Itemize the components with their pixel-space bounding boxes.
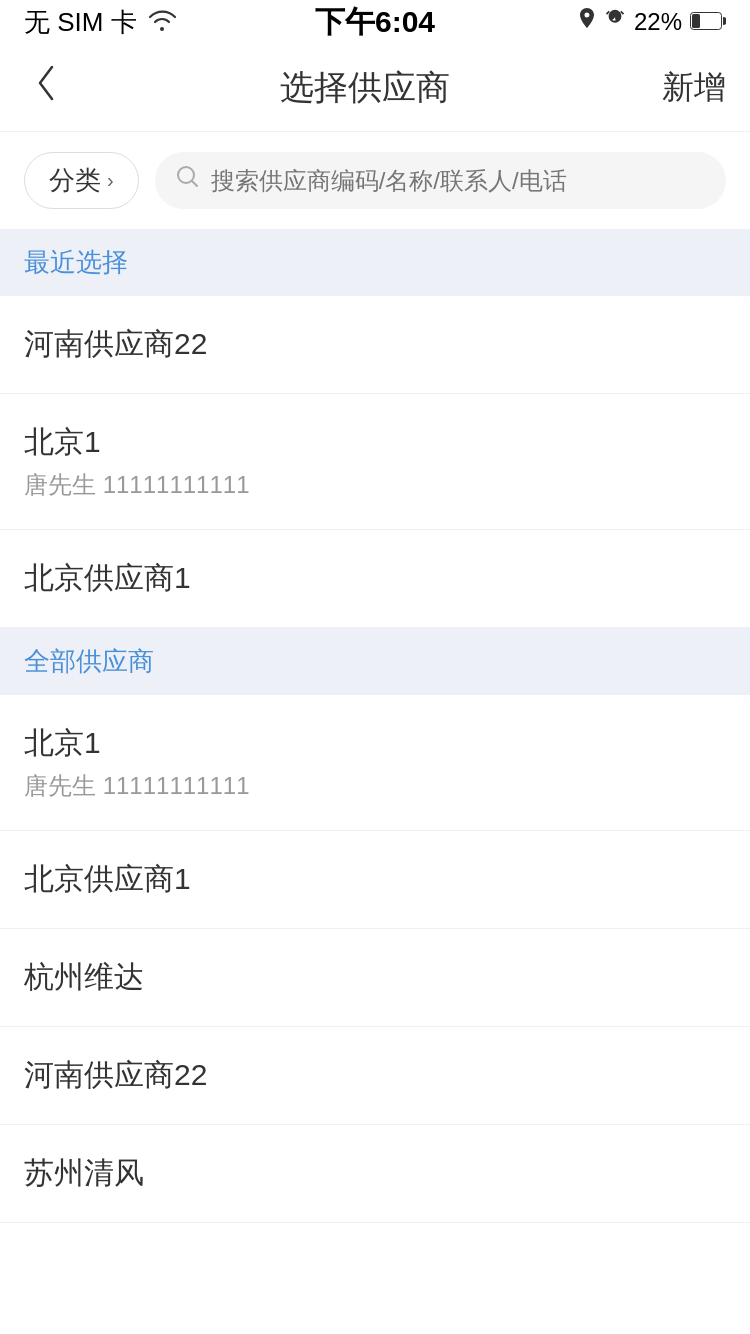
recent-list-item[interactable]: 北京供应商1: [0, 530, 750, 628]
item-sub: 唐先生 11111111111: [24, 770, 726, 802]
item-name: 北京供应商1: [24, 859, 726, 900]
back-button[interactable]: [24, 53, 68, 122]
chevron-icon: ›: [107, 169, 114, 192]
item-sub: 唐先生 11111111111: [24, 469, 726, 501]
carrier-text: 无 SIM 卡: [24, 5, 137, 40]
category-filter[interactable]: 分类 ›: [24, 152, 139, 209]
filter-bar: 分类 ›: [0, 132, 750, 229]
item-name: 河南供应商22: [24, 324, 726, 365]
all-section-header: 全部供应商: [0, 628, 750, 695]
item-name: 北京1: [24, 723, 726, 764]
location-icon: [578, 8, 596, 36]
page-title: 选择供应商: [280, 65, 450, 111]
battery-icon: [690, 8, 726, 36]
alarm-icon: [604, 8, 626, 36]
all-list-item[interactable]: 杭州维达: [0, 929, 750, 1027]
category-label: 分类: [49, 163, 101, 198]
item-name: 北京1: [24, 422, 726, 463]
nav-bar: 选择供应商 新增: [0, 44, 750, 132]
item-name: 杭州维达: [24, 957, 726, 998]
all-section-label: 全部供应商: [24, 646, 154, 676]
recent-items-list: 河南供应商22 北京1 唐先生 11111111111 北京供应商1: [0, 296, 750, 628]
all-list-item[interactable]: 河南供应商22: [0, 1027, 750, 1125]
item-name: 苏州清风: [24, 1153, 726, 1194]
svg-rect-2: [692, 14, 700, 28]
all-list-item[interactable]: 北京1 唐先生 11111111111: [0, 695, 750, 831]
add-button[interactable]: 新增: [662, 66, 726, 110]
status-right: 22%: [578, 8, 726, 36]
search-box[interactable]: [155, 152, 726, 209]
recent-section-label: 最近选择: [24, 247, 128, 277]
recent-list-item[interactable]: 河南供应商22: [0, 296, 750, 394]
recent-section-header: 最近选择: [0, 229, 750, 296]
recent-list-item[interactable]: 北京1 唐先生 11111111111: [0, 394, 750, 530]
status-left: 无 SIM 卡: [24, 5, 177, 40]
search-input[interactable]: [211, 167, 706, 195]
wifi-icon: [147, 7, 177, 38]
item-name: 河南供应商22: [24, 1055, 726, 1096]
battery-text: 22%: [634, 8, 682, 36]
status-bar: 无 SIM 卡 下午6:04 22%: [0, 0, 750, 44]
all-items-list: 北京1 唐先生 11111111111 北京供应商1 杭州维达河南供应商22 苏州清风: [0, 695, 750, 1223]
status-time: 下午6:04: [315, 2, 435, 43]
search-icon: [175, 164, 201, 197]
all-list-item[interactable]: 北京供应商1: [0, 831, 750, 929]
all-list-item[interactable]: 苏州清风: [0, 1125, 750, 1223]
item-name: 北京供应商1: [24, 558, 726, 599]
